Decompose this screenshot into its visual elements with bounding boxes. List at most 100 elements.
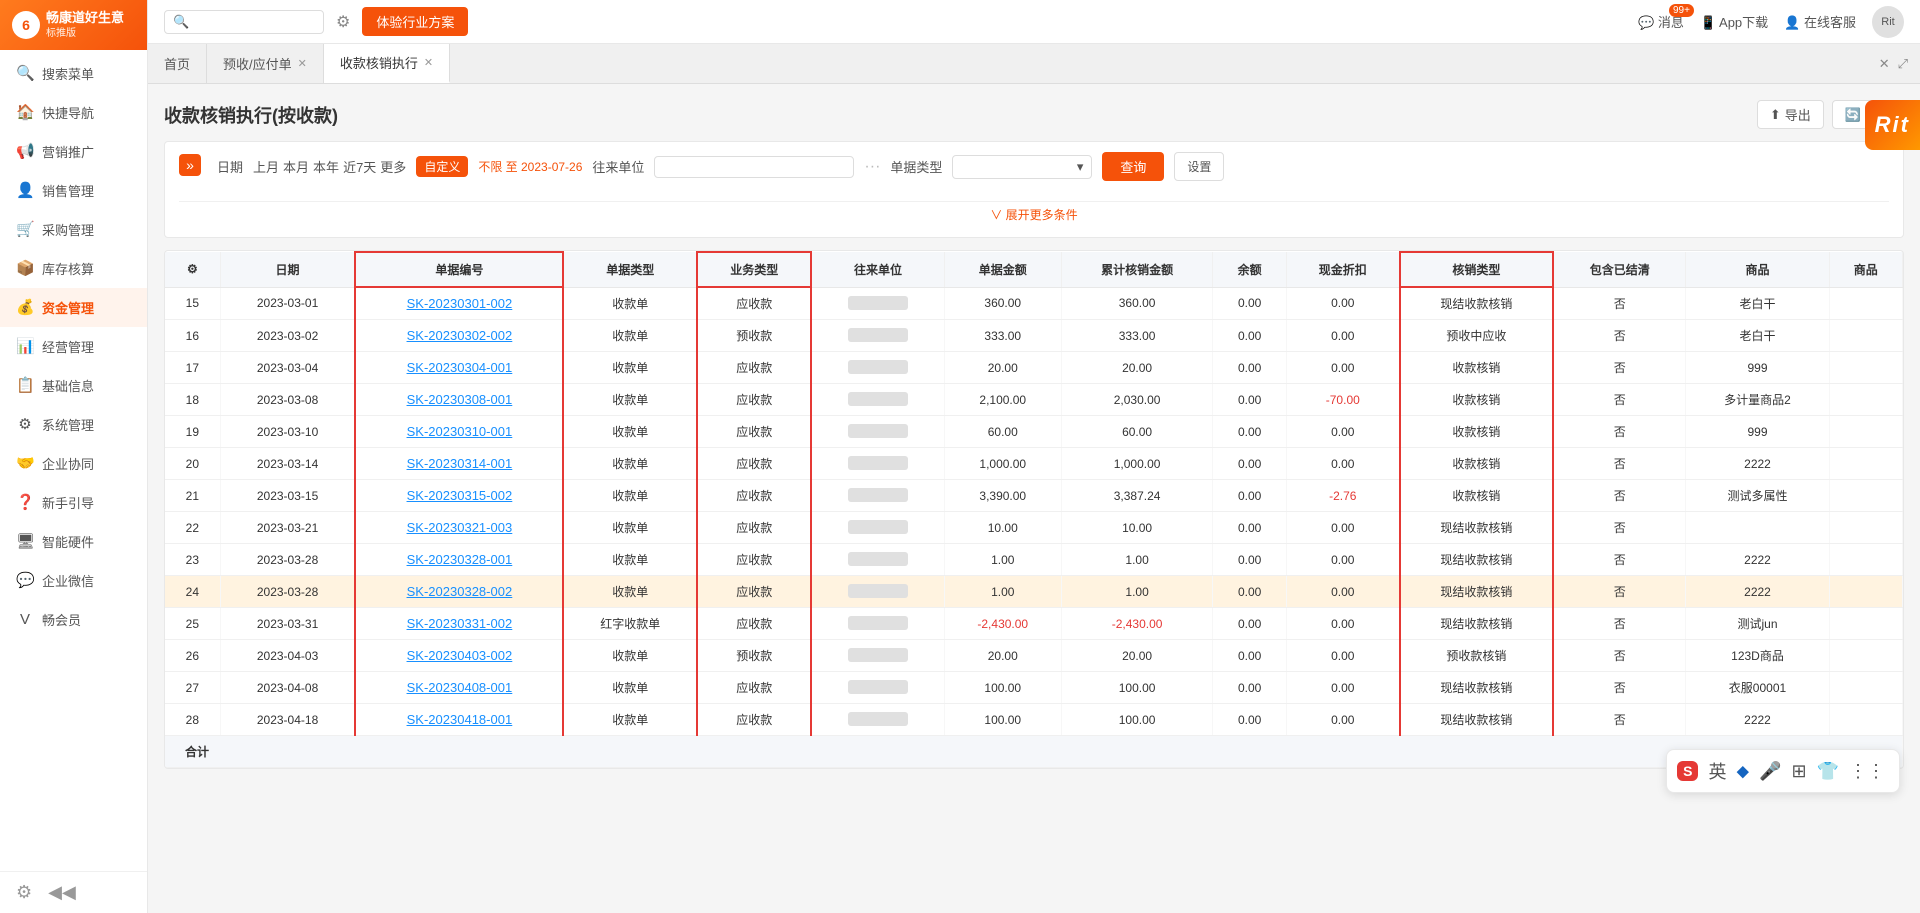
tab-close-all-icon[interactable]: ✕ [1879, 56, 1890, 72]
filter-settings-button[interactable]: 设置 [1174, 152, 1224, 181]
col-partner-header[interactable]: 往来单位 [811, 252, 944, 287]
bill-no-link[interactable]: SK-20230301-002 [407, 296, 513, 311]
col-amount-header[interactable]: 单据金额 [944, 252, 1061, 287]
col-billno-header[interactable]: 单据编号 [355, 252, 563, 287]
col-cashdiscount-header[interactable]: 现金折扣 [1286, 252, 1399, 287]
row-billno[interactable]: SK-20230328-001 [355, 544, 563, 576]
col-balance-header[interactable]: 余额 [1213, 252, 1286, 287]
row-billno[interactable]: SK-20230308-001 [355, 384, 563, 416]
sidebar-item-sales[interactable]: 👤销售管理 [0, 171, 147, 210]
float-dot-icon[interactable]: ⬥ [1732, 759, 1753, 784]
sidebar-item-enterprise[interactable]: 🤝企业协同 [0, 444, 147, 483]
sidebar-item-purchase[interactable]: 🛒采购管理 [0, 210, 147, 249]
bill-no-link[interactable]: SK-20230328-002 [407, 584, 513, 599]
query-button[interactable]: 查询 [1102, 152, 1164, 181]
row-billno[interactable]: SK-20230304-001 [355, 352, 563, 384]
col-includesettled-header[interactable]: 包含已结清 [1553, 252, 1686, 287]
export-button[interactable]: ⬆ 导出 [1757, 100, 1824, 129]
bill-no-link[interactable]: SK-20230403-002 [407, 648, 513, 663]
bill-no-link[interactable]: SK-20230321-003 [407, 520, 513, 535]
tab-close-2[interactable]: ✕ [424, 56, 433, 69]
sidebar-item-inventory[interactable]: 📦库存核算 [0, 249, 147, 288]
notification-bell[interactable]: 💬 消息 99+ [1638, 12, 1684, 31]
float-grid-icon[interactable]: ⊞ [1787, 759, 1810, 784]
col-writeofftype-header[interactable]: 核销类型 [1400, 252, 1553, 287]
row-cashdiscount: 0.00 [1286, 608, 1399, 640]
more-options-dots[interactable]: ··· [864, 158, 880, 176]
solution-button[interactable]: 体验行业方案 [362, 7, 468, 36]
row-billno[interactable]: SK-20230314-001 [355, 448, 563, 480]
bill-no-link[interactable]: SK-20230315-002 [407, 488, 513, 503]
custom-date-button[interactable]: 自定义 [416, 156, 468, 177]
col-gear-header[interactable]: ⚙ [165, 252, 220, 287]
filter-expand-button[interactable]: » [179, 154, 201, 176]
type-select[interactable]: ▾ [952, 155, 1092, 179]
row-billtype: 收款单 [563, 512, 697, 544]
bill-no-link[interactable]: SK-20230302-002 [407, 328, 513, 343]
col-biztype-header[interactable]: 业务类型 [697, 252, 811, 287]
sidebar-item-marketing[interactable]: 📢营销推广 [0, 132, 147, 171]
col-product-header[interactable]: 商品 [1686, 252, 1829, 287]
sidebar-bottom: ⚙ ◀◀ [0, 871, 147, 913]
row-product2 [1829, 672, 1903, 704]
col-date-header[interactable]: 日期 [220, 252, 355, 287]
float-chinese-icon[interactable]: 英 [1704, 756, 1730, 786]
row-cashdiscount: -70.00 [1286, 384, 1399, 416]
row-billno[interactable]: SK-20230310-001 [355, 416, 563, 448]
col-billtype-header[interactable]: 单据类型 [563, 252, 697, 287]
tab-2[interactable]: 收款核销执行✕ [324, 44, 450, 83]
col-totalwriteoff-header[interactable]: 累计核销金额 [1061, 252, 1213, 287]
tab-close-1[interactable]: ✕ [298, 57, 307, 70]
search-input[interactable] [193, 15, 293, 29]
sidebar-item-hardware[interactable]: 🖥智能硬件 [0, 522, 147, 561]
float-more-icon[interactable]: ⋮⋮ [1845, 759, 1889, 784]
sidebar-item-quick[interactable]: 🏠快捷导航 [0, 93, 147, 132]
sidebar-item-search[interactable]: 🔍搜索菜单 [0, 54, 147, 93]
row-billno[interactable]: SK-20230408-001 [355, 672, 563, 704]
date-option[interactable]: 本年 [313, 157, 339, 176]
user-avatar[interactable]: Rit [1872, 6, 1904, 38]
row-billno[interactable]: SK-20230321-003 [355, 512, 563, 544]
bill-no-link[interactable]: SK-20230310-001 [407, 424, 513, 439]
gear-icon[interactable]: ⚙ [336, 12, 350, 32]
sidebar-item-wechat[interactable]: 💬企业微信 [0, 561, 147, 600]
row-amount: 1,000.00 [944, 448, 1061, 480]
sidebar-item-operations[interactable]: 📊经营管理 [0, 327, 147, 366]
row-billno[interactable]: SK-20230403-002 [355, 640, 563, 672]
row-billno[interactable]: SK-20230418-001 [355, 704, 563, 736]
sidebar-item-system[interactable]: ⚙系统管理 [0, 405, 147, 444]
sidebar-item-member[interactable]: V畅会员 [0, 600, 147, 639]
bill-no-link[interactable]: SK-20230314-001 [407, 456, 513, 471]
partner-input[interactable] [654, 156, 854, 178]
date-option[interactable]: 近7天 [343, 157, 376, 176]
col-product2-header[interactable]: 商品 [1829, 252, 1903, 287]
date-option[interactable]: 上月 [253, 157, 279, 176]
sidebar-item-guide[interactable]: ❓新手引导 [0, 483, 147, 522]
app-download[interactable]: 📱 App下载 [1700, 12, 1768, 31]
sidebar-item-finance[interactable]: 💰资金管理 [0, 288, 147, 327]
float-mic-icon[interactable]: 🎤 [1755, 759, 1785, 784]
row-billtype: 收款单 [563, 320, 697, 352]
bill-no-link[interactable]: SK-20230418-001 [407, 712, 513, 727]
bill-no-link[interactable]: SK-20230408-001 [407, 680, 513, 695]
row-billno[interactable]: SK-20230315-002 [355, 480, 563, 512]
row-billno[interactable]: SK-20230328-002 [355, 576, 563, 608]
bill-no-link[interactable]: SK-20230331-002 [407, 616, 513, 631]
bill-no-link[interactable]: SK-20230304-001 [407, 360, 513, 375]
date-option[interactable]: 更多 [380, 157, 406, 176]
expand-more-button[interactable]: ∨ 展开更多条件 [179, 201, 1889, 227]
date-option[interactable]: 本月 [283, 157, 309, 176]
row-billno[interactable]: SK-20230331-002 [355, 608, 563, 640]
sidebar-item-basic[interactable]: 📋基础信息 [0, 366, 147, 405]
collapse-icon[interactable]: ◀◀ [48, 882, 76, 903]
tab-maximize-icon[interactable]: ⤢ [1898, 56, 1908, 72]
settings-icon[interactable]: ⚙ [16, 882, 32, 903]
row-billno[interactable]: SK-20230301-002 [355, 287, 563, 320]
tab-0[interactable]: 首页 [148, 44, 207, 83]
tab-1[interactable]: 预收/应付单✕ [207, 44, 324, 83]
online-service[interactable]: 👤 在线客服 [1784, 12, 1856, 31]
bill-no-link[interactable]: SK-20230308-001 [407, 392, 513, 407]
float-shirt-icon[interactable]: 👕 [1813, 759, 1843, 784]
row-billno[interactable]: SK-20230302-002 [355, 320, 563, 352]
bill-no-link[interactable]: SK-20230328-001 [407, 552, 513, 567]
